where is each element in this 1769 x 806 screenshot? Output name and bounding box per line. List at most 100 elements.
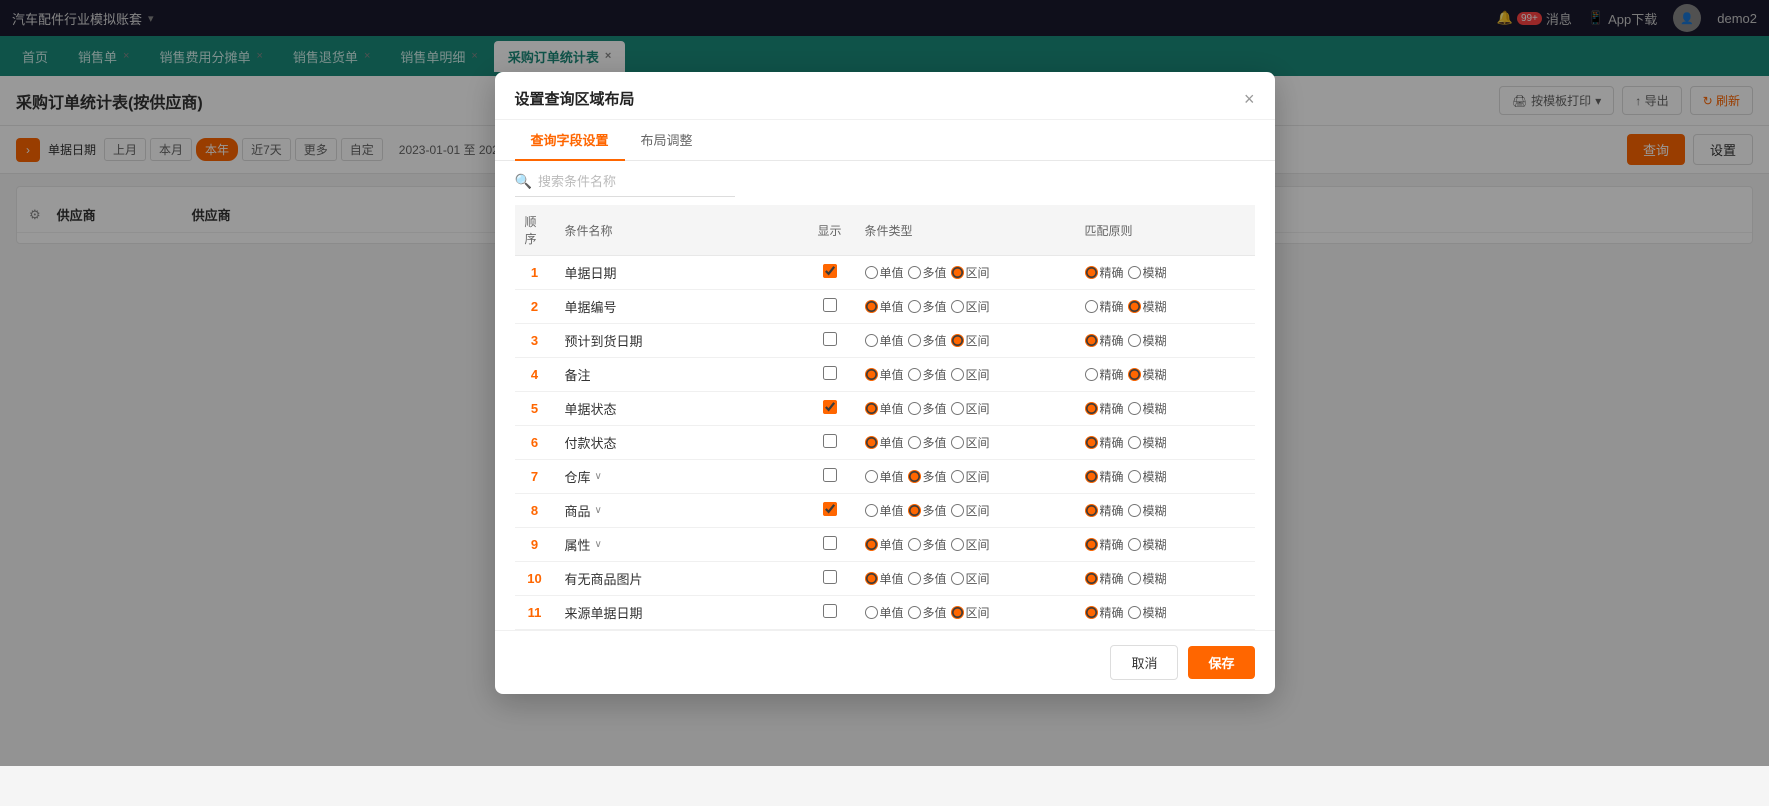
- type-single-radio[interactable]: [865, 300, 878, 313]
- type-multi-radio[interactable]: [908, 538, 921, 551]
- type-multi-radio[interactable]: [908, 504, 921, 517]
- type-single-radio[interactable]: [865, 504, 878, 517]
- match-cell: 精确 模糊: [1075, 324, 1255, 358]
- type-range-radio[interactable]: [951, 504, 964, 517]
- type-multi-radio[interactable]: [908, 402, 921, 415]
- type-multi-radio[interactable]: [908, 300, 921, 313]
- show-checkbox[interactable]: [823, 332, 837, 346]
- match-fuzzy-radio[interactable]: [1128, 402, 1141, 415]
- match-exact-radio[interactable]: [1085, 334, 1098, 347]
- match-exact-radio[interactable]: [1085, 266, 1098, 279]
- match-fuzzy-radio[interactable]: [1128, 606, 1141, 619]
- search-input[interactable]: [538, 174, 735, 189]
- match-fuzzy-radio[interactable]: [1128, 300, 1141, 313]
- row-number: 7: [515, 460, 555, 494]
- match-fuzzy-radio[interactable]: [1128, 470, 1141, 483]
- show-cell: [805, 392, 855, 426]
- type-multi-radio[interactable]: [908, 436, 921, 449]
- type-cell: 单值 多值 区间: [855, 426, 1075, 460]
- match-exact-radio[interactable]: [1085, 504, 1098, 517]
- show-cell: [805, 562, 855, 596]
- type-single-radio[interactable]: [865, 334, 878, 347]
- show-checkbox[interactable]: [823, 570, 837, 584]
- chevron-down-icon: ∨: [595, 505, 602, 516]
- condition-name: 预计到货日期: [555, 324, 805, 358]
- table-row: 7仓库 ∨ 单值 多值 区间 精确 模糊: [515, 460, 1255, 494]
- show-checkbox[interactable]: [823, 298, 837, 312]
- modal-table: 顺序 条件名称 显示 条件类型 匹配原则 1单据日期 单值 多值 区间 精确 模…: [495, 205, 1275, 630]
- row-number: 2: [515, 290, 555, 324]
- condition-name: 有无商品图片: [555, 562, 805, 596]
- type-single-radio[interactable]: [865, 538, 878, 551]
- show-checkbox[interactable]: [823, 400, 837, 414]
- table-row: 3预计到货日期 单值 多值 区间 精确 模糊: [515, 324, 1255, 358]
- match-exact-radio[interactable]: [1085, 402, 1098, 415]
- type-single-radio[interactable]: [865, 572, 878, 585]
- type-single-radio[interactable]: [865, 266, 878, 279]
- show-checkbox[interactable]: [823, 264, 837, 278]
- type-range-radio[interactable]: [951, 334, 964, 347]
- modal-tabs: 查询字段设置 布局调整: [495, 120, 1275, 161]
- row-number: 8: [515, 494, 555, 528]
- match-cell: 精确 模糊: [1075, 290, 1255, 324]
- match-exact-radio[interactable]: [1085, 606, 1098, 619]
- show-checkbox[interactable]: [823, 536, 837, 550]
- match-exact-radio[interactable]: [1085, 368, 1098, 381]
- match-exact-radio[interactable]: [1085, 538, 1098, 551]
- match-fuzzy-radio[interactable]: [1128, 504, 1141, 517]
- type-single-radio[interactable]: [865, 368, 878, 381]
- tab-query-fields[interactable]: 查询字段设置: [515, 120, 625, 161]
- type-range-radio[interactable]: [951, 402, 964, 415]
- type-single-radio[interactable]: [865, 470, 878, 483]
- tab-layout[interactable]: 布局调整: [625, 120, 709, 161]
- match-exact-radio[interactable]: [1085, 436, 1098, 449]
- show-checkbox[interactable]: [823, 604, 837, 618]
- row-number: 10: [515, 562, 555, 596]
- show-checkbox[interactable]: [823, 366, 837, 380]
- match-fuzzy-radio[interactable]: [1128, 334, 1141, 347]
- type-multi-radio[interactable]: [908, 266, 921, 279]
- match-exact-radio[interactable]: [1085, 572, 1098, 585]
- type-range-radio[interactable]: [951, 606, 964, 619]
- match-fuzzy-radio[interactable]: [1128, 368, 1141, 381]
- match-fuzzy-radio[interactable]: [1128, 572, 1141, 585]
- type-multi-radio[interactable]: [908, 572, 921, 585]
- type-range-radio[interactable]: [951, 436, 964, 449]
- type-range-radio[interactable]: [951, 368, 964, 381]
- type-range-radio[interactable]: [951, 572, 964, 585]
- match-cell: 精确 模糊: [1075, 596, 1255, 630]
- type-multi-radio[interactable]: [908, 334, 921, 347]
- col-order: 顺序: [515, 205, 555, 256]
- col-show: 显示: [805, 205, 855, 256]
- type-single-radio[interactable]: [865, 436, 878, 449]
- type-single-radio[interactable]: [865, 606, 878, 619]
- type-cell: 单值 多值 区间: [855, 358, 1075, 392]
- show-cell: [805, 460, 855, 494]
- show-checkbox[interactable]: [823, 502, 837, 516]
- match-cell: 精确 模糊: [1075, 358, 1255, 392]
- type-multi-radio[interactable]: [908, 368, 921, 381]
- type-cell: 单值 多值 区间: [855, 494, 1075, 528]
- type-range-radio[interactable]: [951, 470, 964, 483]
- show-checkbox[interactable]: [823, 468, 837, 482]
- type-range-radio[interactable]: [951, 538, 964, 551]
- type-cell: 单值 多值 区间: [855, 460, 1075, 494]
- show-checkbox[interactable]: [823, 434, 837, 448]
- match-exact-radio[interactable]: [1085, 470, 1098, 483]
- type-range-radio[interactable]: [951, 266, 964, 279]
- match-fuzzy-radio[interactable]: [1128, 266, 1141, 279]
- type-single-radio[interactable]: [865, 402, 878, 415]
- modal-close-button[interactable]: ×: [1244, 90, 1255, 108]
- row-number: 9: [515, 528, 555, 562]
- type-multi-radio[interactable]: [908, 470, 921, 483]
- type-multi-radio[interactable]: [908, 606, 921, 619]
- cancel-button[interactable]: 取消: [1110, 645, 1178, 680]
- table-row: 10有无商品图片 单值 多值 区间 精确 模糊: [515, 562, 1255, 596]
- match-exact-radio[interactable]: [1085, 300, 1098, 313]
- match-fuzzy-radio[interactable]: [1128, 538, 1141, 551]
- match-fuzzy-radio[interactable]: [1128, 436, 1141, 449]
- type-range-radio[interactable]: [951, 300, 964, 313]
- save-button[interactable]: 保存: [1188, 646, 1254, 679]
- row-number: 4: [515, 358, 555, 392]
- condition-name: 仓库 ∨: [555, 460, 805, 494]
